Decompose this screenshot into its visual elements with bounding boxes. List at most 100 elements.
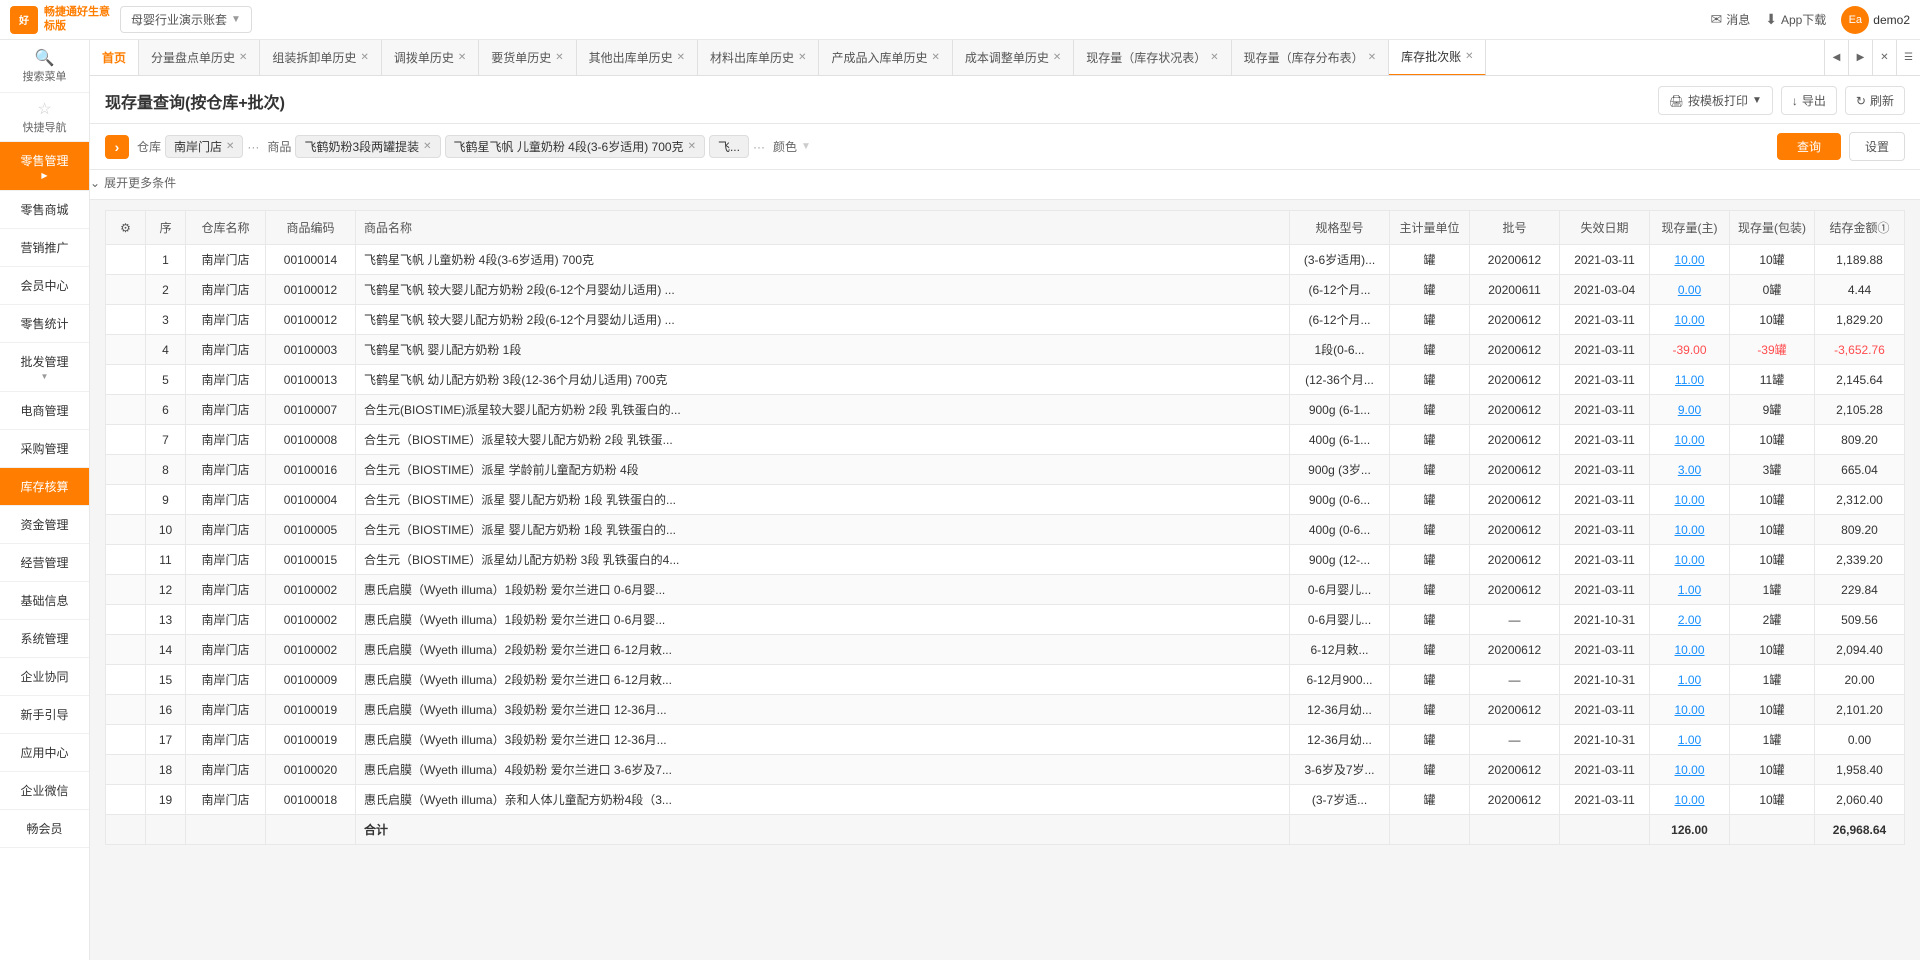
tab-disassemble[interactable]: 组装拆卸单历史 ✕ bbox=[260, 40, 381, 76]
logo-icon-text: 好 bbox=[19, 12, 29, 27]
cell-stock-main[interactable]: 2.00 bbox=[1650, 605, 1730, 635]
message-btn[interactable]: ✉ 消息 bbox=[1710, 11, 1750, 28]
product1-tag-close-icon[interactable]: ✕ bbox=[423, 141, 431, 152]
sidebar-quick-nav[interactable]: ☆ 快捷导航 bbox=[0, 93, 89, 142]
cell-name: 合生元（BIOSTIME）派星幼儿配方奶粉 3段 乳铁蛋白的4... bbox=[356, 545, 1290, 575]
product2-tag-close-icon[interactable]: ✕ bbox=[688, 141, 696, 152]
tab-other-out[interactable]: 其他出库单历史 ✕ bbox=[577, 40, 698, 76]
sidebar-item-bizwechat[interactable]: 企业微信 bbox=[0, 772, 89, 810]
tab-close-icon[interactable]: ✕ bbox=[1053, 52, 1061, 63]
sidebar-item-newguide[interactable]: 新手引导 bbox=[0, 696, 89, 734]
account-dropdown[interactable]: 母婴行业演示账套 ▼ bbox=[120, 6, 252, 33]
cell-stock-main[interactable]: -39.00 bbox=[1650, 335, 1730, 365]
cell-stock-main[interactable]: 10.00 bbox=[1650, 695, 1730, 725]
tab-more-btn[interactable]: ☰ bbox=[1896, 40, 1920, 76]
cell-balance: 1,958.40 bbox=[1815, 755, 1905, 785]
cell-balance: 229.84 bbox=[1815, 575, 1905, 605]
tab-close-icon[interactable]: ✕ bbox=[239, 52, 247, 63]
tab-home[interactable]: 首页 bbox=[90, 40, 139, 76]
cell-stock-pkg: 10罐 bbox=[1730, 635, 1815, 665]
sidebar-item-member[interactable]: 会员中心 bbox=[0, 267, 89, 305]
tab-requisition[interactable]: 要货单历史 ✕ bbox=[479, 40, 576, 76]
tab-close-icon[interactable]: ✕ bbox=[1368, 52, 1376, 63]
sidebar-item-stock[interactable]: 库存核算 bbox=[0, 468, 89, 506]
sidebar-item-basic[interactable]: 基础信息 bbox=[0, 582, 89, 620]
tab-close-icon[interactable]: ✕ bbox=[458, 52, 466, 63]
product-filter-tag2[interactable]: 飞鹤星飞帆 儿童奶粉 4段(3-6岁适用) 700克 ✕ bbox=[445, 135, 705, 158]
sidebar-item-wholesale[interactable]: 批发管理 ▼ bbox=[0, 343, 89, 392]
cell-settings bbox=[106, 755, 146, 785]
cell-stock-main[interactable]: 10.00 bbox=[1650, 425, 1730, 455]
sidebar-item-appcenter[interactable]: 应用中心 bbox=[0, 734, 89, 772]
sidebar-item-retail[interactable]: 零售管理 ▶ bbox=[0, 142, 89, 191]
tab-cost-adjust[interactable]: 成本调整单历史 ✕ bbox=[953, 40, 1074, 76]
col-header-settings[interactable]: ⚙ bbox=[106, 211, 146, 245]
cell-stock-main[interactable]: 9.00 bbox=[1650, 395, 1730, 425]
tab-split-inventory[interactable]: 分量盘点单历史 ✕ bbox=[139, 40, 260, 76]
cell-settings bbox=[106, 545, 146, 575]
cell-stock-main[interactable]: 10.00 bbox=[1650, 785, 1730, 815]
cell-stock-pkg: 10罐 bbox=[1730, 545, 1815, 575]
sidebar-item-marketing[interactable]: 营销推广 bbox=[0, 229, 89, 267]
sidebar-item-retail-stats[interactable]: 零售统计 bbox=[0, 305, 89, 343]
sidebar-item-retail-shop[interactable]: 零售商城 bbox=[0, 191, 89, 229]
cell-unit: 罐 bbox=[1390, 695, 1470, 725]
cell-stock-main[interactable]: 0.00 bbox=[1650, 275, 1730, 305]
sidebar-item-finance[interactable]: 资金管理 bbox=[0, 506, 89, 544]
cell-batch: — bbox=[1470, 725, 1560, 755]
warehouse-tag-close-icon[interactable]: ✕ bbox=[226, 141, 234, 152]
tab-close-icon[interactable]: ✕ bbox=[360, 52, 368, 63]
tab-mix[interactable]: 调拨单历史 ✕ bbox=[382, 40, 479, 76]
product-filter-tag3[interactable]: 飞... bbox=[709, 135, 749, 158]
tab-close-icon[interactable]: ✕ bbox=[1210, 52, 1218, 63]
tab-product-in[interactable]: 产成品入库单历史 ✕ bbox=[819, 40, 952, 76]
template-print-btn[interactable]: 🖨 按模板打印 ▼ bbox=[1658, 86, 1773, 115]
expand-more-btn[interactable]: ⌄ 展开更多条件 bbox=[90, 174, 1920, 191]
cell-stock-pkg: 10罐 bbox=[1730, 245, 1815, 275]
cell-stock-main[interactable]: 3.00 bbox=[1650, 455, 1730, 485]
tab-close-icon[interactable]: ✕ bbox=[677, 52, 685, 63]
user-profile-btn[interactable]: Ea demo2 bbox=[1841, 6, 1910, 34]
warehouse-filter-tag[interactable]: 南岸门店 ✕ bbox=[165, 135, 243, 158]
sidebar-item-enterprise[interactable]: 企业协同 bbox=[0, 658, 89, 696]
product-filter-more[interactable]: ··· bbox=[753, 140, 765, 154]
settings-icon[interactable]: ⚙ bbox=[120, 221, 131, 235]
sidebar-item-purchase[interactable]: 采购管理 bbox=[0, 430, 89, 468]
sidebar-search[interactable]: 🔍 搜索菜单 bbox=[0, 40, 89, 93]
setting-btn[interactable]: 设置 bbox=[1849, 132, 1905, 161]
cell-stock-main[interactable]: 1.00 bbox=[1650, 575, 1730, 605]
sidebar-item-ecommerce[interactable]: 电商管理 bbox=[0, 392, 89, 430]
tab-close-all-btn[interactable]: ✕ bbox=[1872, 40, 1896, 76]
tab-close-icon[interactable]: ✕ bbox=[931, 52, 939, 63]
cell-stock-main[interactable]: 10.00 bbox=[1650, 515, 1730, 545]
cell-stock-main[interactable]: 10.00 bbox=[1650, 245, 1730, 275]
export-btn[interactable]: ↓ 导出 bbox=[1781, 86, 1837, 115]
cell-stock-main[interactable]: 1.00 bbox=[1650, 725, 1730, 755]
tab-batch-account[interactable]: 库存批次账 ✕ bbox=[1389, 40, 1486, 76]
tab-stock-dist[interactable]: 现存量（库存分布表） ✕ bbox=[1232, 40, 1389, 76]
cell-stock-main[interactable]: 10.00 bbox=[1650, 755, 1730, 785]
sidebar-item-operation[interactable]: 经营管理 bbox=[0, 544, 89, 582]
logo-icon: 好 bbox=[10, 6, 38, 34]
cell-stock-main[interactable]: 10.00 bbox=[1650, 545, 1730, 575]
sidebar-item-member2[interactable]: 畅会员 bbox=[0, 810, 89, 848]
tab-next-btn[interactable]: ▶ bbox=[1848, 40, 1872, 76]
refresh-btn[interactable]: ↻ 刷新 bbox=[1845, 86, 1905, 115]
search-btn[interactable]: 查询 bbox=[1777, 133, 1841, 160]
tab-stock-status[interactable]: 现存量（库存状况表） ✕ bbox=[1074, 40, 1231, 76]
cell-stock-main[interactable]: 10.00 bbox=[1650, 635, 1730, 665]
tab-close-icon[interactable]: ✕ bbox=[798, 52, 806, 63]
tab-material-out[interactable]: 材料出库单历史 ✕ bbox=[698, 40, 819, 76]
tab-close-icon[interactable]: ✕ bbox=[555, 52, 563, 63]
product-filter-tag1[interactable]: 飞鹤奶粉3段两罐提装 ✕ bbox=[295, 135, 440, 158]
cell-stock-main[interactable]: 11.00 bbox=[1650, 365, 1730, 395]
cell-stock-main[interactable]: 10.00 bbox=[1650, 305, 1730, 335]
warehouse-filter-more[interactable]: ··· bbox=[247, 140, 259, 154]
tab-close-icon[interactable]: ✕ bbox=[1465, 51, 1473, 62]
app-download-btn[interactable]: ⬇ App下载 bbox=[1765, 11, 1826, 28]
filter-expand-btn[interactable]: › bbox=[105, 135, 129, 159]
tab-prev-btn[interactable]: ◀ bbox=[1824, 40, 1848, 76]
cell-stock-main[interactable]: 1.00 bbox=[1650, 665, 1730, 695]
cell-stock-main[interactable]: 10.00 bbox=[1650, 485, 1730, 515]
sidebar-item-system[interactable]: 系统管理 bbox=[0, 620, 89, 658]
